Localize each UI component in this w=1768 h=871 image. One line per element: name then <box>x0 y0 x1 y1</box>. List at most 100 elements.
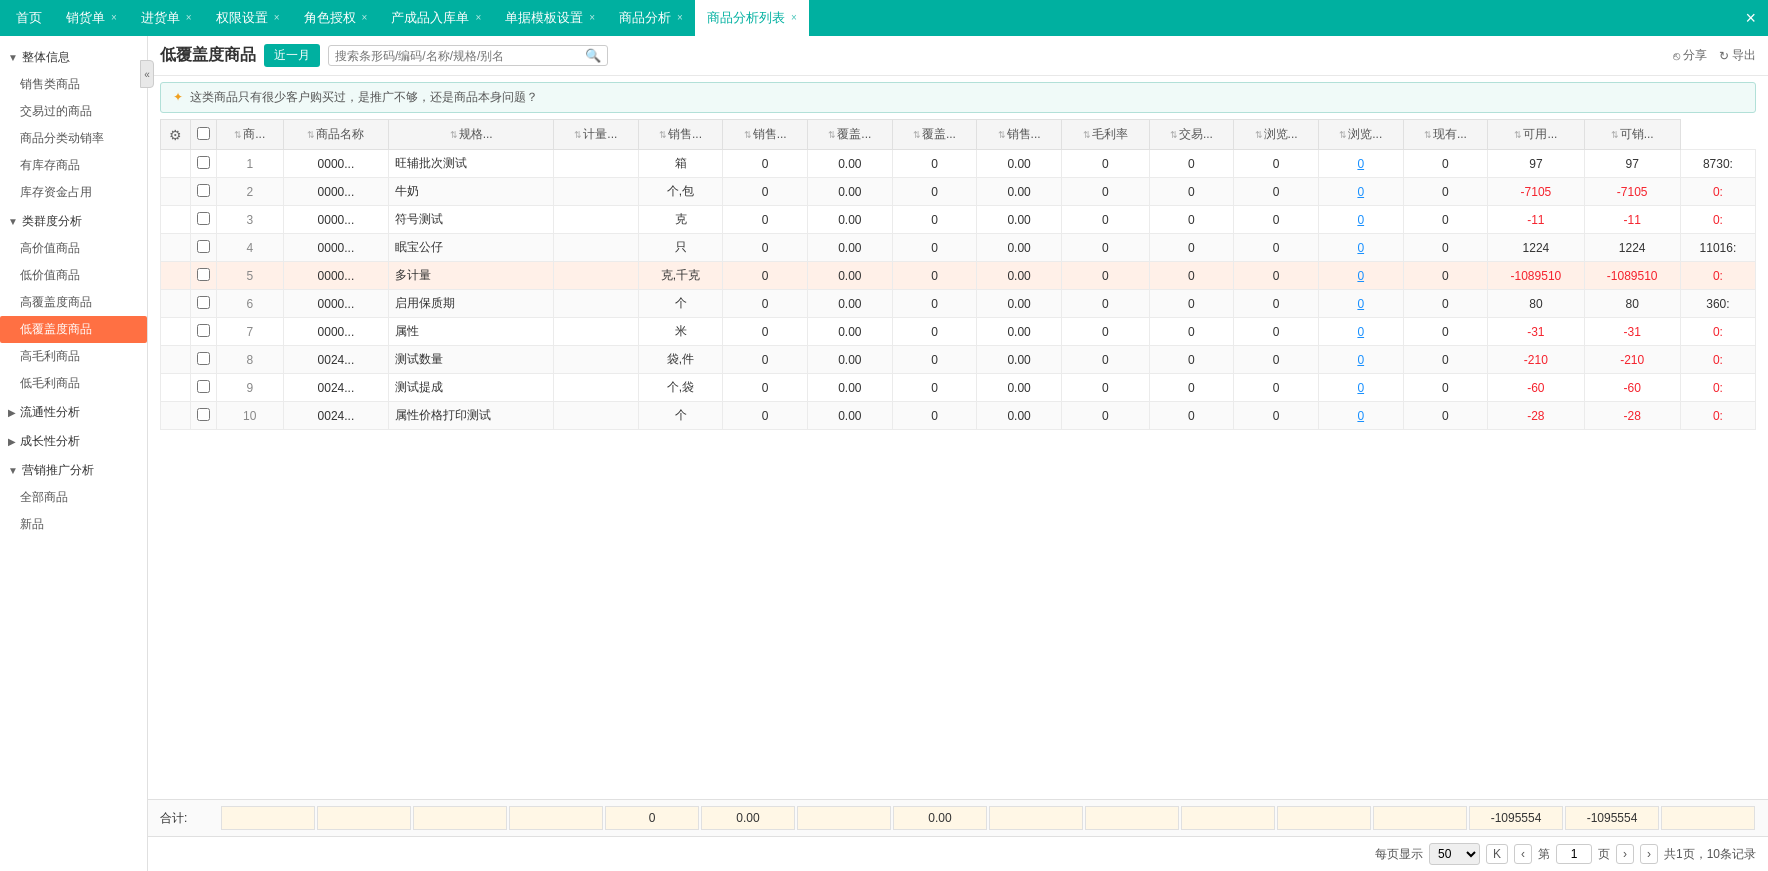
settings-icon[interactable]: ⚙ <box>169 127 182 143</box>
row-checkbox-cell[interactable] <box>191 318 217 346</box>
table-row: 7 0000... 属性 米 0 0.00 0 0.00 0 0 0 0 0 -… <box>161 318 1756 346</box>
row-checkbox-cell[interactable] <box>191 290 217 318</box>
close-icon[interactable]: × <box>111 0 117 36</box>
sidebar-item-low-coverage[interactable]: 低覆盖度商品 <box>0 316 147 343</box>
nav-tab-template[interactable]: 单据模板设置 × <box>493 0 607 36</box>
row-checkbox-cell[interactable] <box>191 206 217 234</box>
row-browse1-cell[interactable]: 0 <box>1318 346 1403 374</box>
row-browse1-cell[interactable]: 0 <box>1318 290 1403 318</box>
nav-tab-home[interactable]: 首页 <box>4 0 54 36</box>
row-code-cell: 0024... <box>283 374 389 402</box>
sidebar-item-sales-goods[interactable]: 销售类商品 <box>0 71 147 98</box>
sidebar-item-traded-goods[interactable]: 交易过的商品 <box>0 98 147 125</box>
chevron-down-icon: ▼ <box>8 465 18 476</box>
nav-tab-sales[interactable]: 销货单 × <box>54 0 129 36</box>
row-spec-cell <box>554 150 639 178</box>
row-available-cell: -210 <box>1584 346 1680 374</box>
nav-tab-permissions[interactable]: 权限设置 × <box>204 0 292 36</box>
row-checkbox[interactable] <box>197 240 210 253</box>
row-checkbox[interactable] <box>197 268 210 281</box>
per-page-label: 每页显示 <box>1375 846 1423 863</box>
close-icon[interactable]: × <box>362 0 368 36</box>
export-button[interactable]: ↻ 导出 <box>1719 47 1756 64</box>
sidebar-item-low-margin[interactable]: 低毛利商品 <box>0 370 147 397</box>
row-browse1-cell[interactable]: 0 <box>1318 206 1403 234</box>
row-code-cell: 0000... <box>283 206 389 234</box>
row-checkbox[interactable] <box>197 352 210 365</box>
row-trade-cell: 0 <box>1234 206 1319 234</box>
sidebar-section-flow-header[interactable]: ▶ 流通性分析 <box>0 399 147 426</box>
row-trade-cell: 0 <box>1234 402 1319 430</box>
nav-tab-roles[interactable]: 角色授权 × <box>292 0 380 36</box>
star-icon: ✦ <box>173 90 183 104</box>
sidebar-section-marketing-header[interactable]: ▼ 营销推广分析 <box>0 457 147 484</box>
last-page-button[interactable]: › <box>1640 844 1658 864</box>
row-checkbox-cell[interactable] <box>191 346 217 374</box>
sidebar-item-high-value[interactable]: 高价值商品 <box>0 235 147 262</box>
close-icon[interactable]: × <box>274 0 280 36</box>
row-checkbox[interactable] <box>197 184 210 197</box>
page-number-input[interactable] <box>1556 844 1592 864</box>
row-checkbox[interactable] <box>197 380 210 393</box>
table-row: 5 0000... 多计量 克,千克 0 0.00 0 0.00 0 0 0 0… <box>161 262 1756 290</box>
row-checkbox[interactable] <box>197 324 210 337</box>
row-browse1-cell[interactable]: 0 <box>1318 234 1403 262</box>
first-page-button[interactable]: K <box>1486 844 1508 864</box>
sidebar-section-growth-header[interactable]: ▶ 成长性分析 <box>0 428 147 455</box>
sidebar-item-high-coverage[interactable]: 高覆盖度商品 <box>0 289 147 316</box>
table-container[interactable]: ⚙ ⇅商... ⇅商品名称 ⇅规格... ⇅计量... ⇅销售... ⇅销售..… <box>148 119 1768 799</box>
row-browse1-cell[interactable]: 0 <box>1318 150 1403 178</box>
footer-empty10 <box>1373 806 1467 830</box>
close-icon[interactable]: × <box>589 0 595 36</box>
nav-tab-analysis[interactable]: 商品分析 × <box>607 0 695 36</box>
sidebar-item-high-margin[interactable]: 高毛利商品 <box>0 343 147 370</box>
row-checkbox[interactable] <box>197 156 210 169</box>
row-checkbox[interactable] <box>197 408 210 421</box>
sidebar-item-stocked-goods[interactable]: 有库存商品 <box>0 152 147 179</box>
close-icon[interactable]: × <box>475 0 481 36</box>
row-checkbox-cell[interactable] <box>191 234 217 262</box>
row-browse1-cell[interactable]: 0 <box>1318 262 1403 290</box>
row-checkbox[interactable] <box>197 212 210 225</box>
nav-tab-analysis-list[interactable]: 商品分析列表 × <box>695 0 809 36</box>
row-checkbox-cell[interactable] <box>191 402 217 430</box>
sidebar-section-overall-header[interactable]: ▼ 整体信息 <box>0 44 147 71</box>
settings-column-header[interactable]: ⚙ <box>161 120 191 150</box>
sidebar-item-new-goods[interactable]: 新品 <box>0 511 147 538</box>
row-browse1-cell[interactable]: 0 <box>1318 374 1403 402</box>
nav-tab-purchase[interactable]: 进货单 × <box>129 0 204 36</box>
row-checkbox-cell[interactable] <box>191 150 217 178</box>
row-settings-cell <box>161 178 191 206</box>
row-checkbox-cell[interactable] <box>191 178 217 206</box>
row-browse1-cell[interactable]: 0 <box>1318 318 1403 346</box>
close-icon[interactable]: × <box>677 0 683 36</box>
checkbox-column-header[interactable] <box>191 120 217 150</box>
share-button[interactable]: ⎋ 分享 <box>1673 47 1707 64</box>
per-page-select[interactable]: 50 10 20 100 <box>1429 843 1480 865</box>
sidebar-item-category-rate[interactable]: 商品分类动销率 <box>0 125 147 152</box>
select-all-checkbox[interactable] <box>197 127 210 140</box>
row-margin-cell: 0 <box>1149 206 1234 234</box>
nav-tab-finished-goods[interactable]: 产成品入库单 × <box>379 0 493 36</box>
sidebar-item-all-goods[interactable]: 全部商品 <box>0 484 147 511</box>
close-icon[interactable]: × <box>791 0 797 36</box>
app-close-button[interactable]: × <box>1737 8 1764 29</box>
next-page-button[interactable]: › <box>1616 844 1634 864</box>
row-sales3-cell: 0 <box>1061 262 1149 290</box>
sidebar-section-cluster-header[interactable]: ▼ 类群度分析 <box>0 208 147 235</box>
sidebar: ▼ 整体信息 销售类商品 交易过的商品 商品分类动销率 有库存商品 库存资金占用… <box>0 36 148 871</box>
row-sales-amt-cell: 0.00 <box>807 206 892 234</box>
close-icon[interactable]: × <box>186 0 192 36</box>
row-checkbox[interactable] <box>197 296 210 309</box>
sidebar-item-inventory-funds[interactable]: 库存资金占用 <box>0 179 147 206</box>
row-browse1-cell[interactable]: 0 <box>1318 178 1403 206</box>
row-checkbox-cell[interactable] <box>191 262 217 290</box>
row-checkbox-cell[interactable] <box>191 374 217 402</box>
sidebar-collapse-button[interactable]: « <box>140 60 154 88</box>
prev-page-button[interactable]: ‹ <box>1514 844 1532 864</box>
row-browse1-cell[interactable]: 0 <box>1318 402 1403 430</box>
period-button[interactable]: 近一月 <box>264 44 320 67</box>
search-input[interactable] <box>335 49 585 63</box>
sidebar-item-low-value[interactable]: 低价值商品 <box>0 262 147 289</box>
row-num-cell: 8 <box>217 346 284 374</box>
